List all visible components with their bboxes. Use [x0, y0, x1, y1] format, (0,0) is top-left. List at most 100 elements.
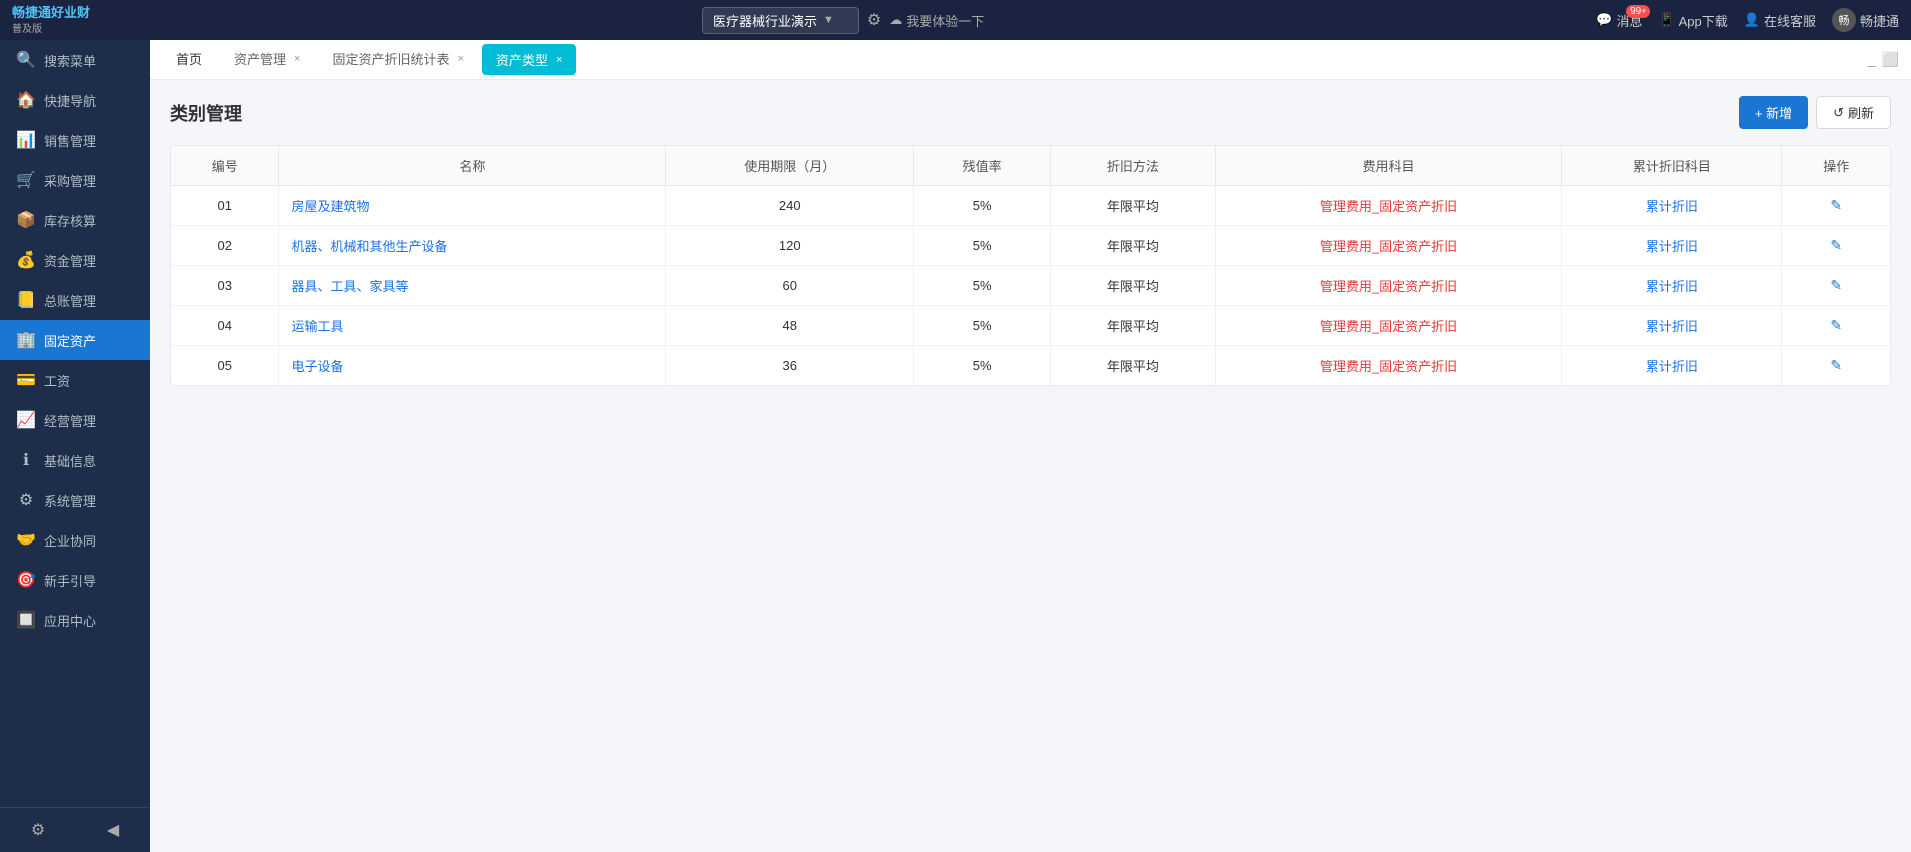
cell-code: 05 [171, 346, 279, 386]
user-avatar-icon: 畅 [1832, 8, 1856, 32]
tab-asset-type[interactable]: 资产类型 × [482, 44, 576, 75]
message-badge: 99+ [1626, 5, 1650, 18]
tab-asset-type-close[interactable]: × [556, 54, 562, 66]
sidebar-item-ledger[interactable]: 📒 总账管理 [0, 280, 150, 320]
online-service-button[interactable]: 👤 在线客服 [1744, 11, 1816, 30]
edit-icon[interactable]: ✎ [1830, 357, 1842, 373]
table-row: 01 房屋及建筑物 240 5% 年限平均 管理费用_固定资产折旧 累计折旧 ✎ [171, 186, 1890, 226]
sidebar-item-label: 经营管理 [44, 411, 96, 430]
cell-action: ✎ [1782, 226, 1890, 266]
topbar-settings-icon[interactable]: ⚙ [867, 10, 881, 30]
tab-asset-type-label: 资产类型 [496, 50, 548, 69]
page-actions: + 新增 ↺ 刷新 [1739, 96, 1891, 129]
sidebar: 🔍 搜索菜单 🏠 快捷导航 📊 销售管理 🛒 采购管理 📦 库存核算 💰 [0, 40, 150, 852]
table-header: 编号 名称 使用期限（月） 残值率 折旧方法 费用科目 累计折旧科目 操作 [171, 146, 1890, 186]
cell-action: ✎ [1782, 346, 1890, 386]
cell-expense: 管理费用_固定资产折旧 [1215, 186, 1562, 226]
sidebar-item-inventory[interactable]: 📦 库存核算 [0, 200, 150, 240]
page-title: 类别管理 [170, 100, 242, 126]
sidebar-settings-button[interactable]: ⚙ [23, 816, 53, 844]
tab-maximize-button[interactable]: ⬜ [1882, 51, 1899, 68]
cart-icon: 🛒 [16, 170, 36, 190]
cell-accum: 累计折旧 [1562, 346, 1782, 386]
sidebar-item-capital[interactable]: 💰 资金管理 [0, 240, 150, 280]
gear-icon: ⚙ [16, 490, 36, 510]
sidebar-item-operations[interactable]: 📈 经营管理 [0, 400, 150, 440]
cell-residual: 5% [914, 346, 1051, 386]
tab-asset-mgmt[interactable]: 资产管理 × [220, 43, 314, 76]
app-download-button[interactable]: 📱 App下载 [1658, 11, 1727, 30]
sidebar-item-system[interactable]: ⚙ 系统管理 [0, 480, 150, 520]
sidebar-item-search[interactable]: 🔍 搜索菜单 [0, 40, 150, 80]
sidebar-item-fixed-assets[interactable]: 🏢 固定资产 [0, 320, 150, 360]
sidebar-item-purchase[interactable]: 🛒 采购管理 [0, 160, 150, 200]
cell-residual: 5% [914, 306, 1051, 346]
tab-home[interactable]: 首页 [162, 43, 216, 76]
data-table: 编号 名称 使用期限（月） 残值率 折旧方法 费用科目 累计折旧科目 操作 01 [170, 145, 1891, 386]
edit-icon[interactable]: ✎ [1830, 277, 1842, 293]
tab-bar: 首页 资产管理 × 固定资产折旧统计表 × 资产类型 × _ ⬜ [150, 40, 1911, 80]
refresh-icon: ↺ [1833, 105, 1844, 121]
edit-icon[interactable]: ✎ [1830, 317, 1842, 333]
sidebar-item-label: 采购管理 [44, 171, 96, 190]
col-code: 编号 [171, 146, 279, 186]
top-bar-center: 医疗器械行业演示 ▼ ⚙ ☁ 我要体验一下 [702, 7, 984, 34]
page-header: 类别管理 + 新增 ↺ 刷新 [170, 96, 1891, 129]
cell-accum: 累计折旧 [1562, 186, 1782, 226]
user-menu-button[interactable]: 畅 畅捷通 [1832, 8, 1899, 32]
company-selector[interactable]: 医疗器械行业演示 ▼ [702, 7, 859, 34]
home-icon: 🏠 [16, 90, 36, 110]
cell-name: 电子设备 [279, 346, 666, 386]
cell-period: 120 [666, 226, 914, 266]
experience-button[interactable]: ☁ 我要体验一下 [889, 11, 984, 30]
cell-method: 年限平均 [1051, 346, 1216, 386]
table-body: 01 房屋及建筑物 240 5% 年限平均 管理费用_固定资产折旧 累计折旧 ✎… [171, 186, 1890, 386]
new-button[interactable]: + 新增 [1739, 96, 1808, 129]
tab-minimize-button[interactable]: _ [1868, 51, 1876, 68]
cell-name: 运输工具 [279, 306, 666, 346]
cloud-icon: ☁ [889, 12, 902, 28]
tab-asset-mgmt-close[interactable]: × [294, 53, 300, 65]
sidebar-item-label: 新手引导 [44, 571, 96, 590]
chart-icon: 📊 [16, 130, 36, 150]
cell-residual: 5% [914, 266, 1051, 306]
refresh-button[interactable]: ↺ 刷新 [1816, 96, 1891, 129]
sidebar-item-basic-info[interactable]: ℹ 基础信息 [0, 440, 150, 480]
table-row: 05 电子设备 36 5% 年限平均 管理费用_固定资产折旧 累计折旧 ✎ [171, 346, 1890, 386]
sidebar-item-app-center[interactable]: 🔲 应用中心 [0, 600, 150, 640]
sidebar-item-quick-nav[interactable]: 🏠 快捷导航 [0, 80, 150, 120]
tab-depreciation-label: 固定资产折旧统计表 [332, 49, 449, 68]
category-table: 编号 名称 使用期限（月） 残值率 折旧方法 费用科目 累计折旧科目 操作 01 [171, 146, 1890, 385]
cell-period: 60 [666, 266, 914, 306]
box-icon: 📦 [16, 210, 36, 230]
sidebar-item-label: 销售管理 [44, 131, 96, 150]
sidebar-item-enterprise[interactable]: 🤝 企业协同 [0, 520, 150, 560]
content-area: 首页 资产管理 × 固定资产折旧统计表 × 资产类型 × _ ⬜ 类 [150, 40, 1911, 852]
cell-method: 年限平均 [1051, 186, 1216, 226]
sidebar-item-label: 工资 [44, 371, 70, 390]
message-button[interactable]: 💬 消息 99+ [1596, 11, 1642, 30]
sidebar-collapse-button[interactable]: ◀ [99, 816, 127, 844]
handshake-icon: 🤝 [16, 530, 36, 550]
tab-bar-actions: _ ⬜ [1868, 51, 1899, 68]
cell-residual: 5% [914, 226, 1051, 266]
sidebar-item-label: 库存核算 [44, 211, 96, 230]
cell-accum: 累计折旧 [1562, 266, 1782, 306]
page-content: 类别管理 + 新增 ↺ 刷新 编号 名称 使用期限（月） [150, 80, 1911, 852]
col-name: 名称 [279, 146, 666, 186]
sidebar-item-salary[interactable]: 💳 工资 [0, 360, 150, 400]
cell-action: ✎ [1782, 186, 1890, 226]
sidebar-item-sales[interactable]: 📊 销售管理 [0, 120, 150, 160]
sidebar-item-label: 系统管理 [44, 491, 96, 510]
sidebar-item-guide[interactable]: 🎯 新手引导 [0, 560, 150, 600]
table-header-row: 编号 名称 使用期限（月） 残值率 折旧方法 费用科目 累计折旧科目 操作 [171, 146, 1890, 186]
building-icon: 🏢 [16, 330, 36, 350]
edit-icon[interactable]: ✎ [1830, 197, 1842, 213]
tab-depreciation-table[interactable]: 固定资产折旧统计表 × [318, 43, 477, 76]
cell-code: 04 [171, 306, 279, 346]
sidebar-bottom: ⚙ ◀ [0, 807, 150, 852]
tab-depreciation-close[interactable]: × [457, 53, 463, 65]
cell-action: ✎ [1782, 306, 1890, 346]
edit-icon[interactable]: ✎ [1830, 237, 1842, 253]
table-row: 02 机器、机械和其他生产设备 120 5% 年限平均 管理费用_固定资产折旧 … [171, 226, 1890, 266]
